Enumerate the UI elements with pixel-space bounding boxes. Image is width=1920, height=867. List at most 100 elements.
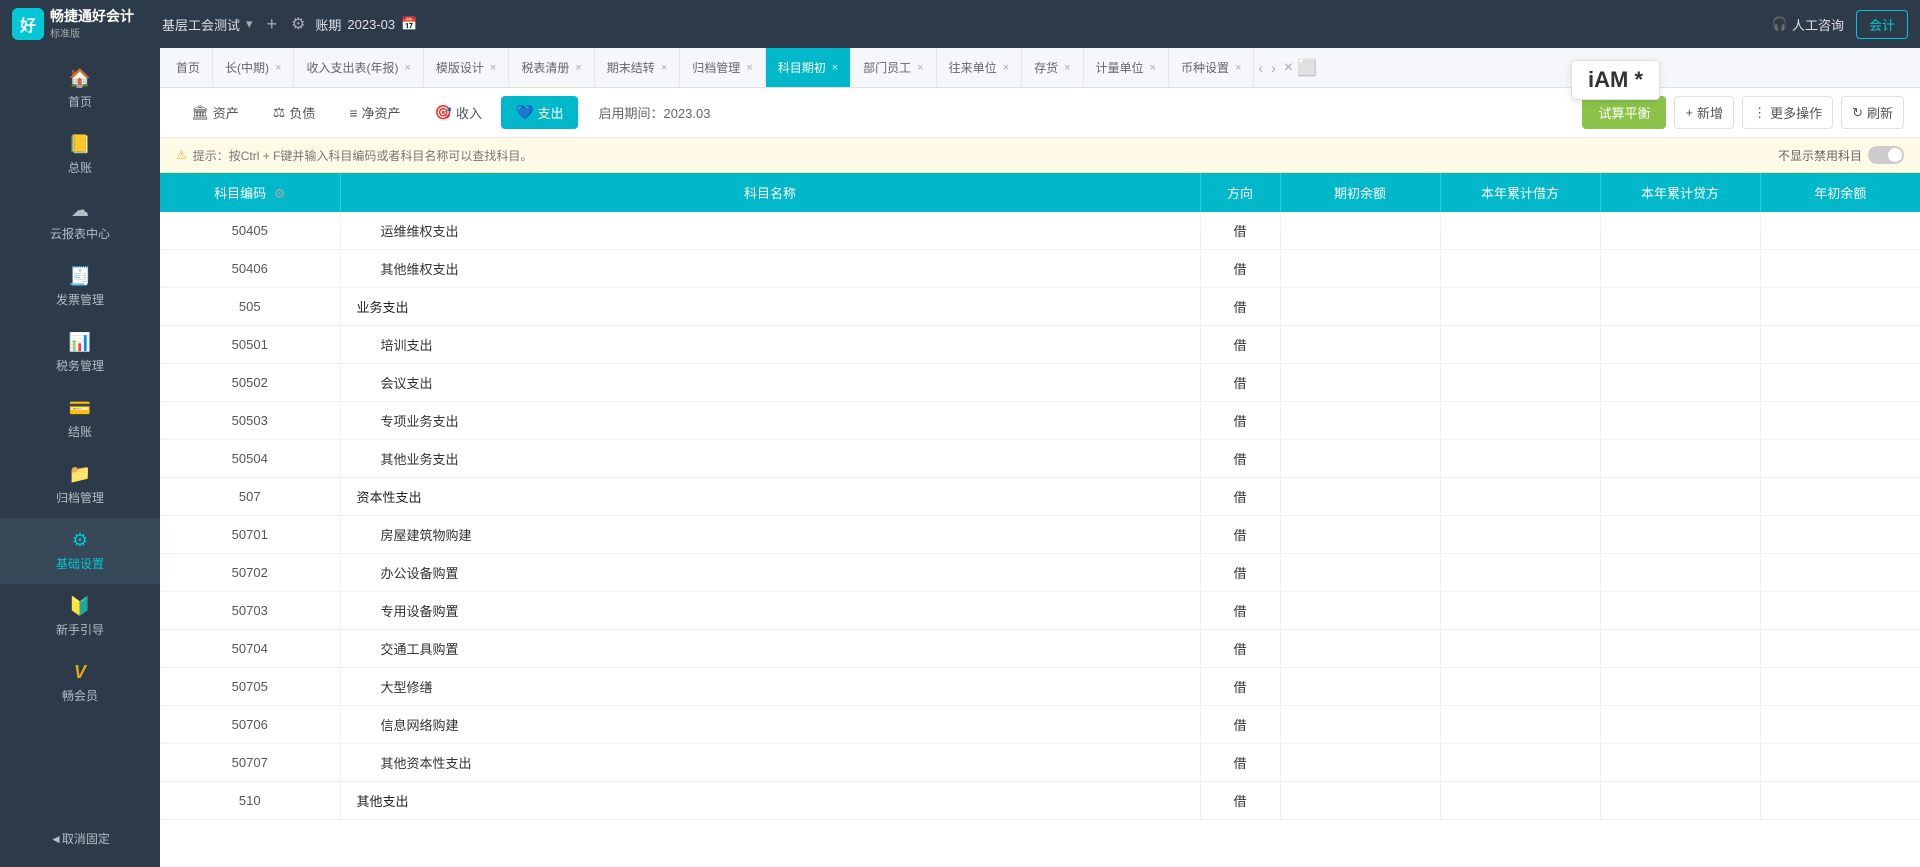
sidebar: 🏠 首页 📒 总账 ☁ 云报表中心 🧾 发票管理 📊 税务管理 💳 结账 📁 归… [0, 48, 160, 867]
tab-inventory[interactable]: 存货 × [1022, 48, 1083, 88]
tab-dept-close[interactable]: × [917, 62, 923, 74]
tab-vendor-close[interactable]: × [1003, 62, 1009, 74]
tab-unit-close[interactable]: × [1150, 62, 1156, 74]
tab-subject-init[interactable]: 科目期初 × [766, 48, 851, 88]
sidebar-label-archive: 归档管理 [56, 489, 104, 506]
table-row[interactable]: 50705大型修缮借 [160, 668, 1920, 706]
table-row[interactable]: 50405运维维权支出借 [160, 212, 1920, 250]
sidebar-item-invoice[interactable]: 🧾 发票管理 [0, 254, 160, 320]
sidebar-item-settings[interactable]: ⚙ 基础设置 [0, 518, 160, 584]
tab-next-button[interactable]: › [1267, 60, 1280, 76]
col-code: 科目编码 ⚙ [160, 173, 340, 212]
cell-year-begin [1760, 706, 1920, 744]
table-row[interactable]: 505业务支出借 [160, 288, 1920, 326]
settings-icon[interactable]: ⚙ [291, 14, 305, 34]
cell-name: 房屋建筑物购建 [340, 516, 1200, 554]
help-button[interactable]: 🎧 人工咨询 [1772, 15, 1844, 34]
cell-year-begin [1760, 440, 1920, 478]
cell-year-begin [1760, 744, 1920, 782]
tab-mid-period-close[interactable]: × [275, 62, 281, 74]
tab-home[interactable]: 首页 [164, 48, 213, 88]
toggle-switch[interactable] [1868, 146, 1904, 164]
cell-year-begin [1760, 516, 1920, 554]
table-row[interactable]: 50504其他业务支出借 [160, 440, 1920, 478]
tab-vendor[interactable]: 往来单位 × [937, 48, 1022, 88]
cell-ytd-credit [1600, 440, 1760, 478]
table-row[interactable]: 507资本性支出借 [160, 478, 1920, 516]
cell-code: 50703 [160, 592, 340, 630]
tab-prev-button[interactable]: ‹ [1254, 60, 1267, 76]
tab-expand-button[interactable]: ⬜ [1297, 58, 1317, 78]
calendar-icon[interactable]: 📅 [401, 16, 417, 32]
cell-direction: 借 [1200, 782, 1280, 820]
sub-tab-liabilities[interactable]: ⚖ 负债 [258, 96, 331, 129]
balance-button[interactable]: 试算平衡 [1582, 96, 1666, 129]
tab-period-end[interactable]: 期末结转 × [595, 48, 680, 88]
table-row[interactable]: 50707其他资本性支出借 [160, 744, 1920, 782]
table-row[interactable]: 50406其他维权支出借 [160, 250, 1920, 288]
table-row[interactable]: 50706信息网络购建借 [160, 706, 1920, 744]
tab-currency-close[interactable]: × [1235, 62, 1241, 74]
table-row[interactable]: 50703专用设备购置借 [160, 592, 1920, 630]
tab-tax-list[interactable]: 税表清册 × [509, 48, 594, 88]
tab-template[interactable]: 模版设计 × [424, 48, 509, 88]
more-ops-button[interactable]: ⋮ 更多操作 [1742, 96, 1833, 129]
sidebar-item-reports[interactable]: ☁ 云报表中心 [0, 188, 160, 254]
table-row[interactable]: 50503专项业务支出借 [160, 402, 1920, 440]
cell-code: 50405 [160, 212, 340, 250]
tab-tax-list-close[interactable]: × [575, 62, 581, 74]
sidebar-item-archive[interactable]: 📁 归档管理 [0, 452, 160, 518]
sub-tab-equity[interactable]: ≡ 净资产 [334, 96, 415, 129]
sub-tab-income[interactable]: 🎯 收入 [420, 96, 497, 129]
sub-tab-assets[interactable]: 🏛 资产 [176, 96, 254, 129]
tab-dept[interactable]: 部门员工 × [851, 48, 936, 88]
tab-annual-report[interactable]: 收入支出表(年报) × [294, 48, 423, 88]
tab-template-label: 模版设计 [436, 59, 484, 76]
table-row[interactable]: 50704交通工具购置借 [160, 630, 1920, 668]
tab-tax-list-label: 税表清册 [521, 59, 569, 76]
col-settings-icon[interactable]: ⚙ [274, 186, 286, 201]
table-row[interactable]: 50702办公设备购置借 [160, 554, 1920, 592]
tab-mid-period[interactable]: 长(中期) × [213, 48, 294, 88]
sidebar-item-guide[interactable]: 🔰 新手引导 [0, 584, 160, 650]
sub-tab-expense[interactable]: 💙 支出 [501, 96, 578, 129]
sidebar-item-vip[interactable]: V 畅会员 [0, 650, 160, 716]
tab-archive[interactable]: 归档管理 × [680, 48, 765, 88]
add-tab-button[interactable]: + [263, 14, 282, 35]
tab-archive-close[interactable]: × [746, 62, 752, 74]
table-row[interactable]: 50501培训支出借 [160, 326, 1920, 364]
table-row[interactable]: 50502会议支出借 [160, 364, 1920, 402]
tab-currency[interactable]: 币种设置 × [1169, 48, 1254, 88]
cell-year-begin [1760, 592, 1920, 630]
sidebar-item-checkout[interactable]: 💳 结账 [0, 386, 160, 452]
cancel-pin-button[interactable]: ◄取消固定 [0, 818, 160, 859]
show-disabled-toggle[interactable]: 不显示禁用科目 [1778, 146, 1904, 164]
cell-year-begin [1760, 364, 1920, 402]
cell-name: 其他资本性支出 [340, 744, 1200, 782]
company-name: 基层工会测试 [162, 15, 240, 34]
cell-period-balance [1280, 440, 1440, 478]
sidebar-item-tax[interactable]: 📊 税务管理 [0, 320, 160, 386]
tab-inventory-close[interactable]: × [1064, 62, 1070, 74]
period-label: 账期 [315, 15, 341, 34]
table-row[interactable]: 50701房屋建筑物购建借 [160, 516, 1920, 554]
sidebar-item-ledger[interactable]: 📒 总账 [0, 122, 160, 188]
table-row[interactable]: 510其他支出借 [160, 782, 1920, 820]
cell-ytd-credit [1600, 478, 1760, 516]
cell-ytd-debit [1440, 592, 1600, 630]
tab-close-all-button[interactable]: × [1284, 59, 1293, 77]
tab-subject-init-close[interactable]: × [832, 62, 838, 74]
tab-template-close[interactable]: × [490, 62, 496, 74]
cell-ytd-debit [1440, 630, 1600, 668]
tab-annual-report-close[interactable]: × [404, 62, 410, 74]
tab-unit[interactable]: 计量单位 × [1084, 48, 1169, 88]
company-selector[interactable]: 基层工会测试 ▾ [162, 15, 253, 34]
refresh-button[interactable]: ↻ 刷新 [1841, 96, 1904, 129]
account-button[interactable]: 会计 [1856, 10, 1908, 39]
sub-tab-assets-label: 资产 [213, 103, 239, 122]
sidebar-label-guide: 新手引导 [56, 621, 104, 638]
add-item-button[interactable]: + 新增 [1674, 96, 1734, 129]
tab-period-end-close[interactable]: × [661, 62, 667, 74]
cell-name: 资本性支出 [340, 478, 1200, 516]
sidebar-item-home[interactable]: 🏠 首页 [0, 56, 160, 122]
